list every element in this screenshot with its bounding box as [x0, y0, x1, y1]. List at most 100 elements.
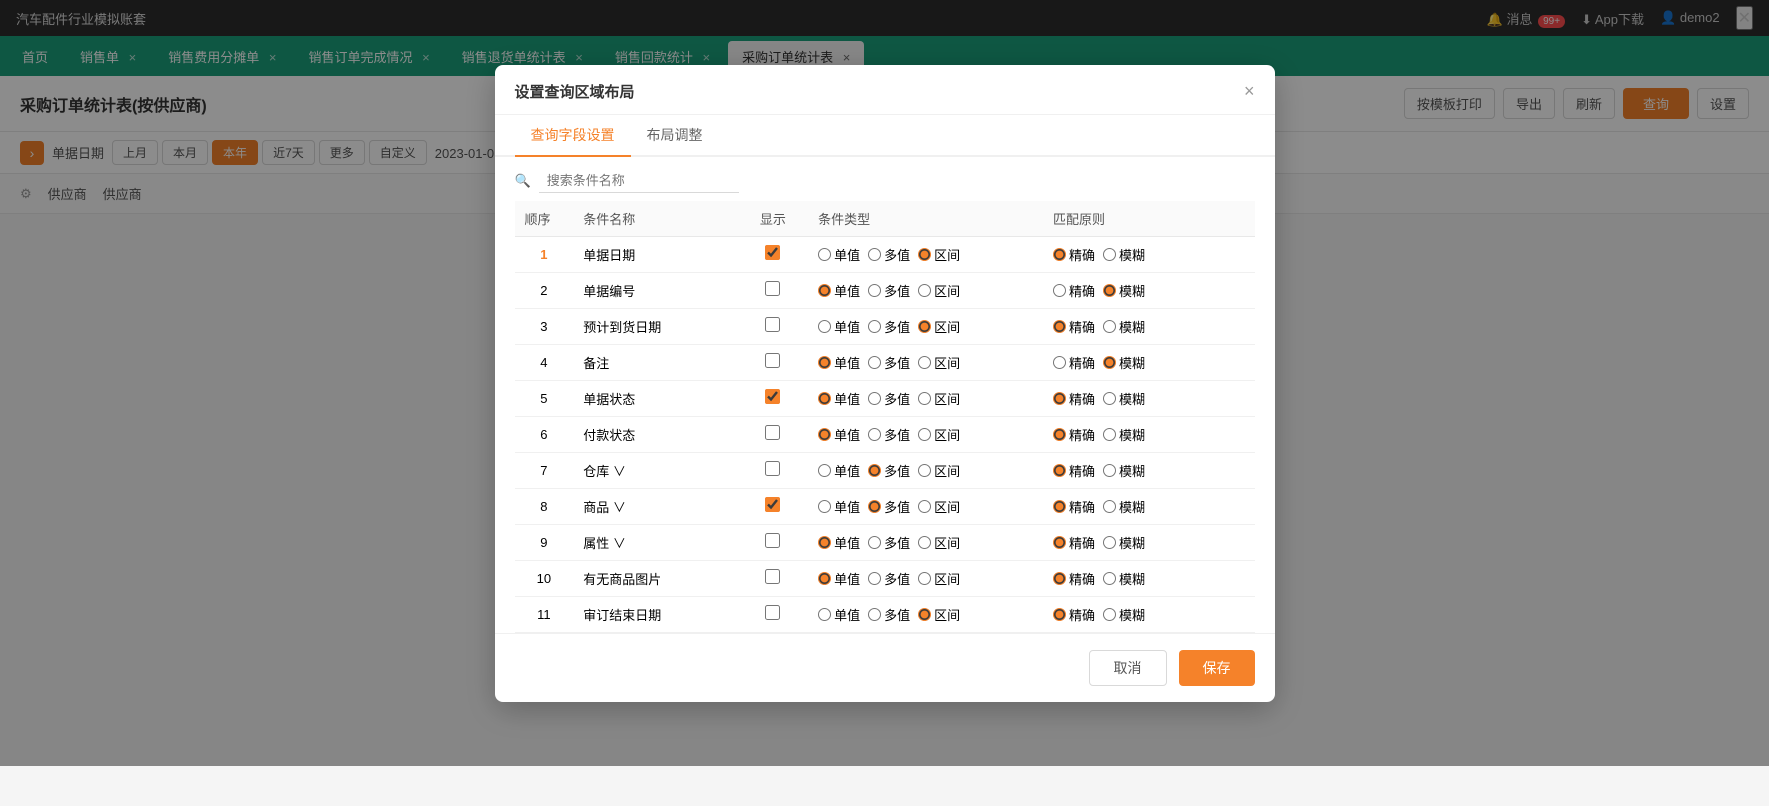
match-option-精确-row-11[interactable]: 精确 — [1053, 605, 1095, 624]
type-option-区间-row-10[interactable]: 区间 — [918, 569, 960, 588]
row-display-2[interactable] — [738, 272, 808, 308]
row-display-7[interactable] — [738, 452, 808, 488]
display-checkbox-9[interactable] — [765, 533, 780, 548]
match-option-模糊-row-9[interactable]: 模糊 — [1103, 533, 1145, 552]
type-option-多值-row-10[interactable]: 多值 — [868, 569, 910, 588]
modal-header: 设置查询区域布局 × — [495, 65, 1275, 115]
display-checkbox-4[interactable] — [765, 353, 780, 368]
display-checkbox-5[interactable] — [765, 389, 780, 404]
row-name-10: 有无商品图片 — [573, 560, 737, 596]
type-option-单值-row-3[interactable]: 单值 — [818, 317, 860, 336]
row-display-8[interactable] — [738, 488, 808, 524]
row-type-9: 单值多值区间 — [808, 524, 1043, 560]
type-option-单值-row-2[interactable]: 单值 — [818, 281, 860, 300]
modal-close-btn[interactable]: × — [1244, 81, 1255, 114]
match-option-模糊-row-1[interactable]: 模糊 — [1103, 245, 1145, 264]
match-option-精确-row-2[interactable]: 精确 — [1053, 281, 1095, 300]
match-option-模糊-row-8[interactable]: 模糊 — [1103, 497, 1145, 516]
match-option-模糊-row-7[interactable]: 模糊 — [1103, 461, 1145, 480]
type-option-多值-row-9[interactable]: 多值 — [868, 533, 910, 552]
row-display-1[interactable] — [738, 236, 808, 272]
type-option-区间-row-8[interactable]: 区间 — [918, 497, 960, 516]
type-option-单值-row-7[interactable]: 单值 — [818, 461, 860, 480]
tab-query-settings[interactable]: 查询字段设置 — [515, 115, 631, 157]
row-name-1: 单据日期 — [573, 236, 737, 272]
display-checkbox-11[interactable] — [765, 605, 780, 620]
type-option-多值-row-4[interactable]: 多值 — [868, 353, 910, 372]
match-option-模糊-row-11[interactable]: 模糊 — [1103, 605, 1145, 624]
row-display-10[interactable] — [738, 560, 808, 596]
type-option-多值-row-1[interactable]: 多值 — [868, 245, 910, 264]
match-option-模糊-row-10[interactable]: 模糊 — [1103, 569, 1145, 588]
row-type-4: 单值多值区间 — [808, 344, 1043, 380]
type-option-区间-row-5[interactable]: 区间 — [918, 389, 960, 408]
display-checkbox-3[interactable] — [765, 317, 780, 332]
match-option-模糊-row-4[interactable]: 模糊 — [1103, 353, 1145, 372]
match-option-精确-row-3[interactable]: 精确 — [1053, 317, 1095, 336]
row-type-5: 单值多值区间 — [808, 380, 1043, 416]
row-match-8: 精确模糊 — [1043, 488, 1254, 524]
save-button[interactable]: 保存 — [1179, 650, 1255, 686]
type-option-多值-row-6[interactable]: 多值 — [868, 425, 910, 444]
modal-tabs: 查询字段设置 布局调整 — [495, 115, 1275, 157]
type-option-区间-row-7[interactable]: 区间 — [918, 461, 960, 480]
row-order-10: 10 — [515, 560, 574, 596]
match-option-精确-row-9[interactable]: 精确 — [1053, 533, 1095, 552]
type-option-区间-row-1[interactable]: 区间 — [918, 245, 960, 264]
type-option-单值-row-10[interactable]: 单值 — [818, 569, 860, 588]
type-option-单值-row-9[interactable]: 单值 — [818, 533, 860, 552]
row-order-11: 11 — [515, 596, 574, 632]
type-option-区间-row-3[interactable]: 区间 — [918, 317, 960, 336]
row-display-5[interactable] — [738, 380, 808, 416]
type-option-单值-row-5[interactable]: 单值 — [818, 389, 860, 408]
row-display-9[interactable] — [738, 524, 808, 560]
table-row: 4备注单值多值区间精确模糊 — [515, 344, 1255, 380]
match-option-精确-row-6[interactable]: 精确 — [1053, 425, 1095, 444]
row-display-6[interactable] — [738, 416, 808, 452]
display-checkbox-8[interactable] — [765, 497, 780, 512]
match-option-模糊-row-2[interactable]: 模糊 — [1103, 281, 1145, 300]
match-option-精确-row-7[interactable]: 精确 — [1053, 461, 1095, 480]
match-option-精确-row-8[interactable]: 精确 — [1053, 497, 1095, 516]
col-header-match: 匹配原则 — [1043, 201, 1254, 237]
match-option-模糊-row-3[interactable]: 模糊 — [1103, 317, 1145, 336]
type-option-单值-row-1[interactable]: 单值 — [818, 245, 860, 264]
row-display-4[interactable] — [738, 344, 808, 380]
display-checkbox-2[interactable] — [765, 281, 780, 296]
match-option-精确-row-10[interactable]: 精确 — [1053, 569, 1095, 588]
type-option-单值-row-4[interactable]: 单值 — [818, 353, 860, 372]
type-option-区间-row-11[interactable]: 区间 — [918, 605, 960, 624]
type-option-区间-row-2[interactable]: 区间 — [918, 281, 960, 300]
row-display-3[interactable] — [738, 308, 808, 344]
match-option-精确-row-5[interactable]: 精确 — [1053, 389, 1095, 408]
type-option-区间-row-6[interactable]: 区间 — [918, 425, 960, 444]
col-header-type: 条件类型 — [808, 201, 1043, 237]
type-option-单值-row-8[interactable]: 单值 — [818, 497, 860, 516]
tab-layout-adjust[interactable]: 布局调整 — [631, 115, 719, 157]
row-name-9: 属性 ∨ — [573, 524, 737, 560]
match-option-模糊-row-6[interactable]: 模糊 — [1103, 425, 1145, 444]
type-option-多值-row-8[interactable]: 多值 — [868, 497, 910, 516]
row-name-4: 备注 — [573, 344, 737, 380]
match-option-精确-row-1[interactable]: 精确 — [1053, 245, 1095, 264]
display-checkbox-1[interactable] — [765, 245, 780, 260]
type-option-多值-row-5[interactable]: 多值 — [868, 389, 910, 408]
display-checkbox-6[interactable] — [765, 425, 780, 440]
display-checkbox-7[interactable] — [765, 461, 780, 476]
type-option-单值-row-6[interactable]: 单值 — [818, 425, 860, 444]
type-option-多值-row-3[interactable]: 多值 — [868, 317, 910, 336]
search-condition-input[interactable] — [539, 169, 739, 193]
type-option-多值-row-2[interactable]: 多值 — [868, 281, 910, 300]
type-option-多值-row-11[interactable]: 多值 — [868, 605, 910, 624]
row-display-11[interactable] — [738, 596, 808, 632]
display-checkbox-10[interactable] — [765, 569, 780, 584]
type-option-多值-row-7[interactable]: 多值 — [868, 461, 910, 480]
row-order-7: 7 — [515, 452, 574, 488]
cancel-button[interactable]: 取消 — [1089, 650, 1167, 686]
type-option-区间-row-4[interactable]: 区间 — [918, 353, 960, 372]
match-option-模糊-row-5[interactable]: 模糊 — [1103, 389, 1145, 408]
type-option-区间-row-9[interactable]: 区间 — [918, 533, 960, 552]
match-option-精确-row-4[interactable]: 精确 — [1053, 353, 1095, 372]
type-option-单值-row-11[interactable]: 单值 — [818, 605, 860, 624]
table-row: 11审订结束日期单值多值区间精确模糊 — [515, 596, 1255, 632]
